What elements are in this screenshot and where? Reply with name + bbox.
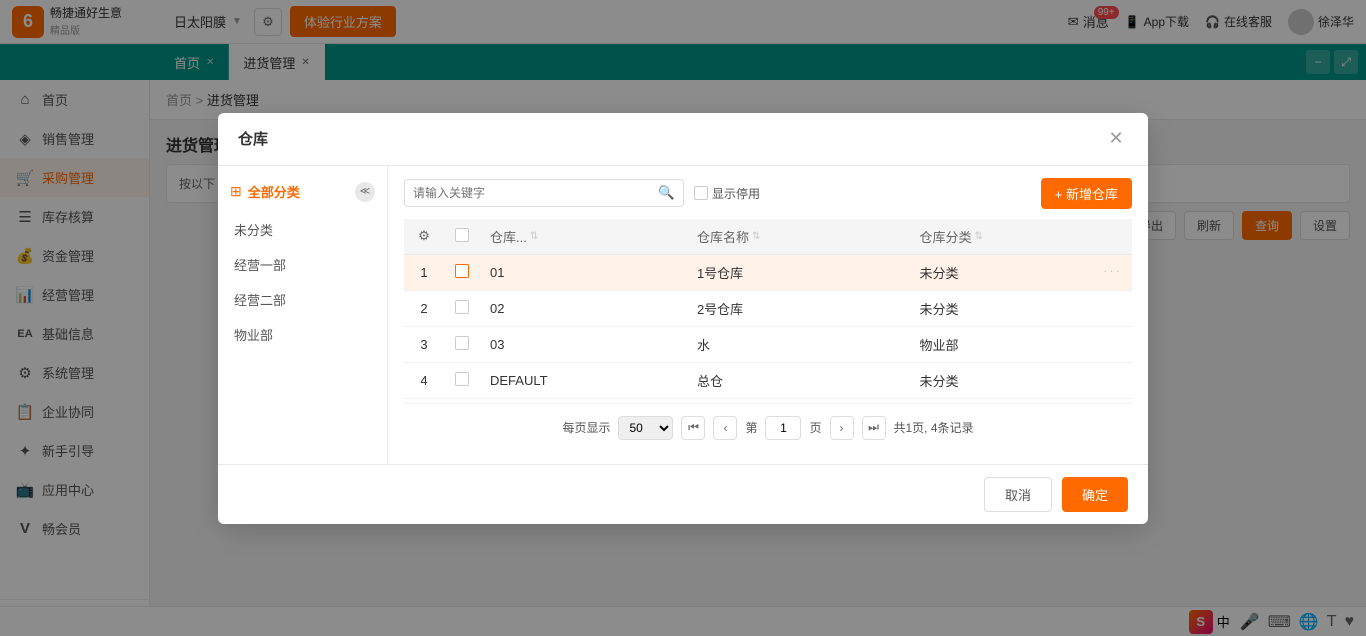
row-1-dots-menu[interactable]: ··· <box>1103 263 1122 278</box>
modal-table-panel: 🔍 显示停用 + 新增仓库 ⚙ <box>388 166 1148 464</box>
total-info: 共1页, 4条记录 <box>894 419 974 436</box>
category-operation-dept1[interactable]: 经营一部 <box>218 247 387 282</box>
row-2-code: 02 <box>480 290 687 326</box>
search-wrap: 🔍 <box>404 179 684 207</box>
th-code: 仓库... ⇅ <box>480 219 687 255</box>
row-4-checkbox[interactable] <box>444 362 480 398</box>
row-3-code: 03 <box>480 326 687 362</box>
modal-toolbar: 🔍 显示停用 + 新增仓库 <box>404 178 1132 209</box>
row-2-checkbox[interactable] <box>444 290 480 326</box>
row-4-code: DEFAULT <box>480 362 687 398</box>
table-body: 1 01 1号仓库 未分类 ··· <box>404 254 1132 398</box>
row-3-gear: 3 <box>404 326 444 362</box>
row-3-check-icon[interactable] <box>455 336 469 350</box>
table-row[interactable]: 4 DEFAULT 总仓 未分类 <box>404 362 1132 398</box>
category-property-dept[interactable]: 物业部 <box>218 317 387 352</box>
row-2-name: 2号仓库 <box>687 290 910 326</box>
table-header-row: ⚙ 仓库... ⇅ <box>404 219 1132 255</box>
table-head: ⚙ 仓库... ⇅ <box>404 219 1132 255</box>
row-1-name: 1号仓库 <box>687 254 910 290</box>
page-first-btn[interactable]: ⏮ <box>681 416 705 440</box>
page-prev-btn[interactable]: ‹ <box>713 416 737 440</box>
show-disabled-checkbox[interactable] <box>694 186 708 200</box>
warehouse-table: ⚙ 仓库... ⇅ <box>404 219 1132 399</box>
page-number-input[interactable] <box>765 416 801 440</box>
row-2-check-icon[interactable] <box>455 300 469 314</box>
row-4-name: 总仓 <box>687 362 910 398</box>
page-label: 第 <box>745 419 757 436</box>
th-gear: ⚙ <box>404 219 444 255</box>
per-page-select[interactable]: 50 100 200 <box>618 416 673 440</box>
search-btn[interactable]: 🔍 <box>650 180 683 206</box>
page-next-btn[interactable]: › <box>830 416 854 440</box>
row-1-category: 未分类 ··· <box>909 254 1132 290</box>
category-operation-dept2[interactable]: 经营二部 <box>218 282 387 317</box>
all-category-label: 全部分类 <box>248 182 300 201</box>
row-1-checkbox[interactable] <box>444 254 480 290</box>
row-3-checkbox[interactable] <box>444 326 480 362</box>
th-checkbox <box>444 219 480 255</box>
sort-category-icon: ⇅ <box>974 231 982 242</box>
row-4-check-icon[interactable] <box>455 372 469 386</box>
table-row[interactable]: 3 03 水 物业部 <box>404 326 1132 362</box>
row-1-code: 01 <box>480 254 687 290</box>
row-2-category: 未分类 <box>909 290 1132 326</box>
sort-name-icon: ⇅ <box>752 231 760 242</box>
table-row[interactable]: 1 01 1号仓库 未分类 ··· <box>404 254 1132 290</box>
all-category-header[interactable]: ⊞ 全部分类 ≪ <box>218 176 387 212</box>
row-4-category: 未分类 <box>909 362 1132 398</box>
row-1-check-icon[interactable] <box>455 264 469 278</box>
cancel-btn[interactable]: 取消 <box>984 477 1052 512</box>
row-2-gear: 2 <box>404 290 444 326</box>
modal-footer: 取消 确定 <box>218 464 1148 524</box>
modal-header: 仓库 ✕ <box>218 113 1148 166</box>
category-grid-icon: ⊞ <box>230 183 242 200</box>
search-input[interactable] <box>405 181 650 205</box>
confirm-btn[interactable]: 确定 <box>1062 477 1128 512</box>
select-all-checkbox[interactable] <box>455 228 469 242</box>
row-3-name: 水 <box>687 326 910 362</box>
th-category: 仓库分类 ⇅ <box>909 219 1132 255</box>
per-page-label: 每页显示 <box>562 419 610 436</box>
row-4-gear: 4 <box>404 362 444 398</box>
add-warehouse-btn[interactable]: + 新增仓库 <box>1041 178 1132 209</box>
sort-code-icon: ⇅ <box>530 231 538 242</box>
modal-category-panel: ⊞ 全部分类 ≪ 未分类 经营一部 经营二部 物业部 <box>218 166 388 464</box>
modal-overlay: 仓库 ✕ ⊞ 全部分类 ≪ 未分类 经营一部 经营二部 <box>0 0 1366 636</box>
collapse-panel-btn[interactable]: ≪ <box>355 182 375 202</box>
row-3-category: 物业部 <box>909 326 1132 362</box>
modal-pagination: 每页显示 50 100 200 ⏮ ‹ 第 页 › ⏭ 共1页, 4条记录 <box>404 403 1132 452</box>
warehouse-table-wrap: ⚙ 仓库... ⇅ <box>404 219 1132 399</box>
page-last-btn[interactable]: ⏭ <box>862 416 886 440</box>
table-row[interactable]: 2 02 2号仓库 未分类 <box>404 290 1132 326</box>
th-name: 仓库名称 ⇅ <box>687 219 910 255</box>
modal-close-icon[interactable]: ✕ <box>1104 127 1128 151</box>
modal-title: 仓库 <box>238 128 268 149</box>
warehouse-modal: 仓库 ✕ ⊞ 全部分类 ≪ 未分类 经营一部 经营二部 <box>218 113 1148 524</box>
modal-body: ⊞ 全部分类 ≪ 未分类 经营一部 经营二部 物业部 <box>218 166 1148 464</box>
category-unclassified[interactable]: 未分类 <box>218 212 387 247</box>
show-disabled-label[interactable]: 显示停用 <box>694 185 760 202</box>
page-unit: 页 <box>809 419 821 436</box>
row-1-gear: 1 <box>404 254 444 290</box>
